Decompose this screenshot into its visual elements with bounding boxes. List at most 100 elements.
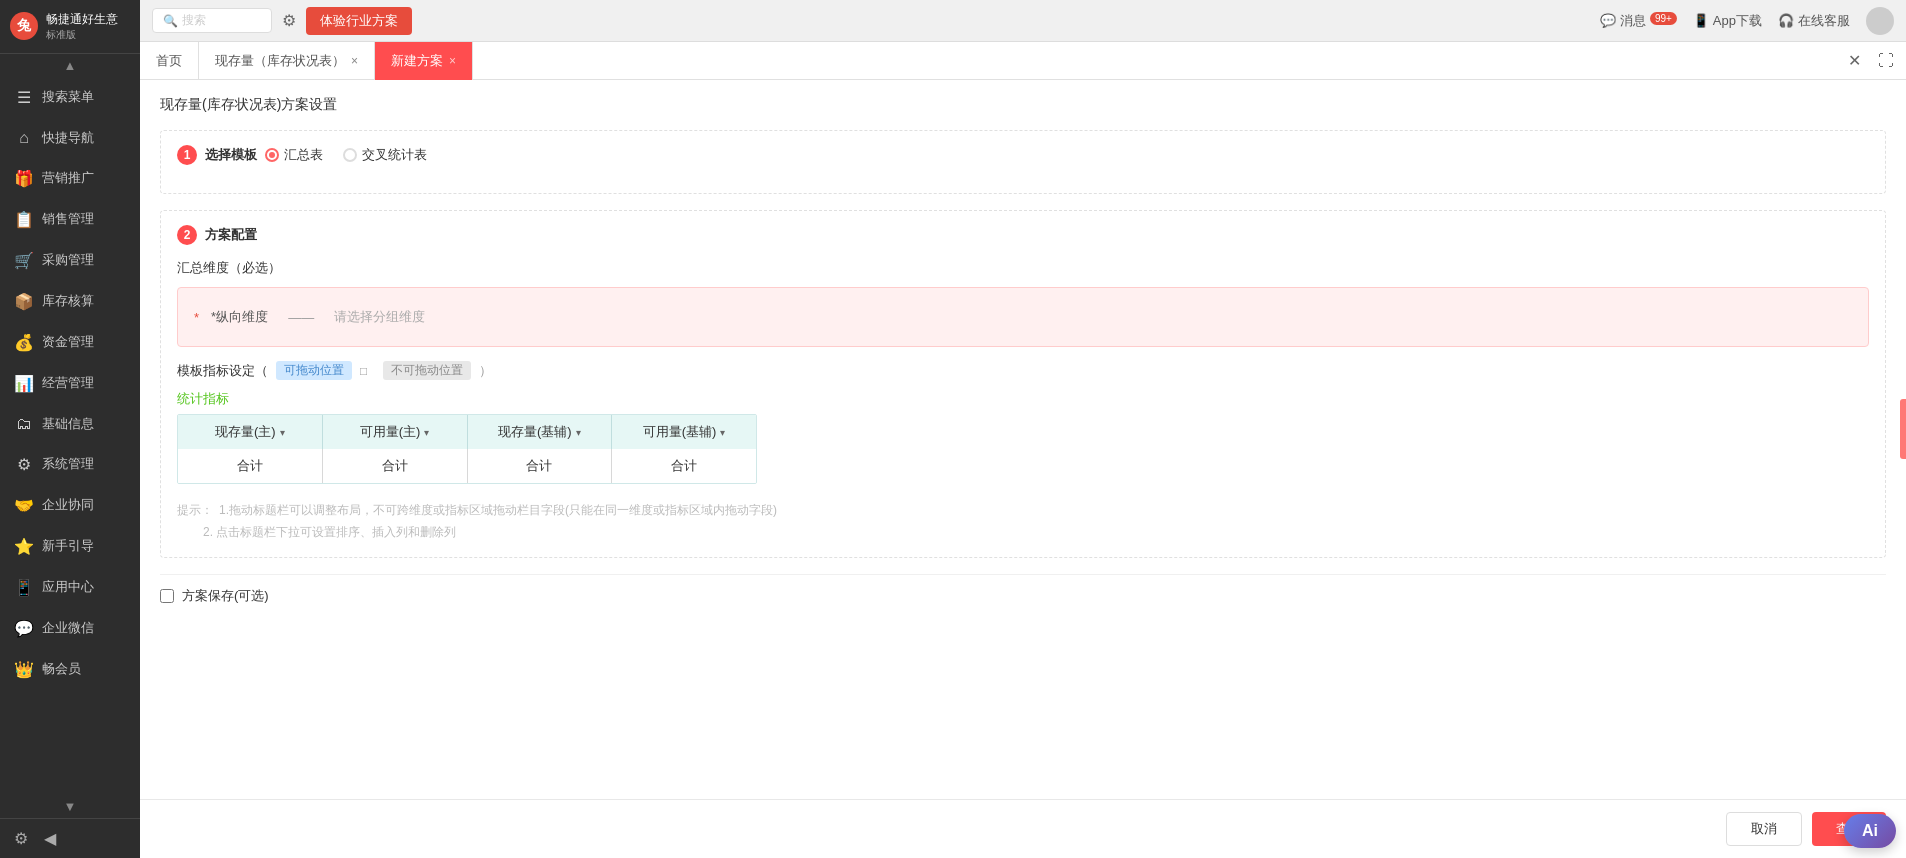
topbar-gear-icon[interactable]: ⚙ — [282, 11, 296, 30]
tab-close-button[interactable]: ✕ — [1842, 49, 1866, 73]
stats-table-body: 合计 合计 合计 合计 — [178, 449, 756, 483]
main-area: 🔍 搜索 ⚙ 体验行业方案 💬 消息 99+ 📱 App下载 🎧 在线客服 首页 — [140, 0, 1906, 858]
sidebar-scroll: ☰ 搜索菜单 ⌂ 快捷导航 🎁 营销推广 📋 销售管理 🛒 采购管理 📦 库存核… — [0, 77, 140, 795]
membership-icon: 👑 — [14, 660, 34, 679]
sidebar-settings-icon[interactable]: ⚙ — [14, 829, 28, 848]
page-title: 现存量(库存状况表)方案设置 — [160, 96, 1886, 114]
sidebar-footer: ⚙ ◀ — [0, 818, 140, 858]
col-chevron-2: ▾ — [576, 427, 581, 438]
sidebar-item-app-center[interactable]: 📱 应用中心 — [0, 567, 140, 608]
cell-0-2: 合计 — [468, 449, 613, 483]
radio-cross[interactable]: 交叉统计表 — [343, 146, 427, 164]
tabs-actions: ✕ ⛶ — [1842, 49, 1906, 73]
dimension-label: 汇总维度（必选） — [177, 259, 1869, 277]
tab-inventory[interactable]: 现存量（库存状况表） × — [199, 42, 375, 80]
sidebar-scroll-down[interactable]: ▼ — [0, 795, 140, 818]
col-header-1[interactable]: 可用量(主) ▾ — [323, 415, 468, 449]
vertical-dimension-label: *纵向维度 — [211, 308, 268, 326]
section-plan-config: 2 方案配置 汇总维度（必选） * *纵向维度 —— 请选择分组维度 模板指标设… — [160, 210, 1886, 558]
sidebar-item-search-menu[interactable]: ☰ 搜索菜单 — [0, 77, 140, 118]
tips-section: 提示： 1.拖动标题栏可以调整布局，不可跨维度或指标区域拖动栏目字段(只能在同一… — [177, 500, 1869, 543]
tab-inventory-close[interactable]: × — [351, 54, 358, 68]
template-radio-group: 汇总表 交叉统计表 — [265, 146, 427, 164]
save-checkbox[interactable] — [160, 589, 174, 603]
sidebar-item-quick-nav[interactable]: ⌂ 快捷导航 — [0, 118, 140, 158]
trial-button[interactable]: 体验行业方案 — [306, 7, 412, 35]
sidebar-item-sales[interactable]: 📋 销售管理 — [0, 199, 140, 240]
sidebar-item-inventory[interactable]: 📦 库存核算 — [0, 281, 140, 322]
search-icon: 🔍 — [163, 14, 178, 28]
newbie-icon: ⭐ — [14, 537, 34, 556]
section1-header: 1 选择模板 汇总表 交叉统计表 — [177, 145, 1869, 165]
required-star: * — [194, 310, 199, 325]
topbar-message[interactable]: 💬 消息 99+ — [1600, 12, 1677, 30]
tab-new-plan-close[interactable]: × — [449, 54, 456, 68]
topbar: 🔍 搜索 ⚙ 体验行业方案 💬 消息 99+ 📱 App下载 🎧 在线客服 — [140, 0, 1906, 42]
app-center-icon: 📱 — [14, 578, 34, 597]
sidebar-item-finance[interactable]: 💰 资金管理 — [0, 322, 140, 363]
sidebar-item-operations[interactable]: 📊 经营管理 — [0, 363, 140, 404]
user-avatar[interactable] — [1866, 7, 1894, 35]
right-edge-indicator — [1900, 399, 1906, 459]
quick-nav-icon: ⌂ — [14, 129, 34, 147]
topbar-right: 💬 消息 99+ 📱 App下载 🎧 在线客服 — [1600, 7, 1894, 35]
radio-cross-dot — [343, 148, 357, 162]
stats-table-header: 现存量(主) ▾ 可用量(主) ▾ 现存量(基辅) ▾ 可用量(基辅) — [178, 415, 756, 449]
col-chevron-0: ▾ — [280, 427, 285, 438]
dimension-placeholder: 请选择分组维度 — [334, 308, 425, 326]
topbar-online-service[interactable]: 🎧 在线客服 — [1778, 12, 1850, 30]
basic-info-icon: 🗂 — [14, 415, 34, 433]
topbar-app-download[interactable]: 📱 App下载 — [1693, 12, 1762, 30]
finance-icon: 💰 — [14, 333, 34, 352]
save-label: 方案保存(可选) — [182, 587, 269, 605]
search-menu-icon: ☰ — [14, 88, 34, 107]
sidebar-item-enterprise[interactable]: 🤝 企业协同 — [0, 485, 140, 526]
radio-summary[interactable]: 汇总表 — [265, 146, 323, 164]
tip-label: 提示： — [177, 500, 213, 522]
col-chevron-1: ▾ — [424, 427, 429, 438]
save-section: 方案保存(可选) — [160, 574, 1886, 605]
col-chevron-3: ▾ — [720, 427, 725, 438]
non-draggable-badge: 不可拖动位置 — [383, 361, 471, 380]
tab-expand-button[interactable]: ⛶ — [1874, 49, 1898, 73]
sidebar-item-basic-info[interactable]: 🗂 基础信息 — [0, 404, 140, 444]
operations-icon: 📊 — [14, 374, 34, 393]
cell-0-1: 合计 — [323, 449, 468, 483]
col-header-2[interactable]: 现存量(基辅) ▾ — [468, 415, 613, 449]
sidebar-item-purchase[interactable]: 🛒 采购管理 — [0, 240, 140, 281]
section2-num: 2 — [177, 225, 197, 245]
template-indicator: 模板指标设定（ 可拖动位置 □ 不可拖动位置 ） — [177, 361, 1869, 380]
cell-0-0: 合计 — [178, 449, 323, 483]
inventory-icon: 📦 — [14, 292, 34, 311]
app-logo-icon: 兔 — [10, 12, 38, 40]
sidebar-item-newbie[interactable]: ⭐ 新手引导 — [0, 526, 140, 567]
sidebar-item-membership[interactable]: 👑 畅会员 — [0, 649, 140, 690]
tab-home[interactable]: 首页 — [140, 42, 199, 80]
page-content: 现存量(库存状况表)方案设置 1 选择模板 汇总表 交叉统计表 — [140, 80, 1906, 799]
stats-label: 统计指标 — [177, 390, 1869, 408]
tab-new-plan[interactable]: 新建方案 × — [375, 42, 473, 80]
radio-summary-dot — [265, 148, 279, 162]
cancel-button[interactable]: 取消 — [1726, 812, 1802, 846]
page-inner: 现存量(库存状况表)方案设置 1 选择模板 汇总表 交叉统计表 — [140, 80, 1906, 799]
col-header-0[interactable]: 现存量(主) ▾ — [178, 415, 323, 449]
sidebar-collapse-icon[interactable]: ◀ — [44, 829, 56, 848]
headset-icon: 🎧 — [1778, 13, 1794, 28]
sidebar-item-wechat[interactable]: 💬 企业微信 — [0, 608, 140, 649]
sidebar-item-system[interactable]: ⚙ 系统管理 — [0, 444, 140, 485]
col-header-3[interactable]: 可用量(基辅) ▾ — [612, 415, 756, 449]
ai-fab-button[interactable]: Ai — [1844, 814, 1896, 848]
sidebar-item-marketing[interactable]: 🎁 营销推广 — [0, 158, 140, 199]
bottom-bar: 取消 查询 — [140, 799, 1906, 858]
sidebar-scroll-up[interactable]: ▲ — [0, 54, 140, 77]
section-choose-template: 1 选择模板 汇总表 交叉统计表 — [160, 130, 1886, 194]
app-download-icon: 📱 — [1693, 13, 1709, 28]
app-logo-text: 畅捷通好生意 标准版 — [46, 12, 118, 41]
marketing-icon: 🎁 — [14, 169, 34, 188]
dimension-required-area[interactable]: * *纵向维度 —— 请选择分组维度 — [177, 287, 1869, 347]
stats-table: 现存量(主) ▾ 可用量(主) ▾ 现存量(基辅) ▾ 可用量(基辅) — [177, 414, 757, 484]
topbar-search[interactable]: 🔍 搜索 — [152, 8, 272, 33]
dimension-dash: —— — [288, 310, 314, 325]
section1-num: 1 — [177, 145, 197, 165]
tabs-bar: 首页 现存量（库存状况表） × 新建方案 × ✕ ⛶ — [140, 42, 1906, 80]
